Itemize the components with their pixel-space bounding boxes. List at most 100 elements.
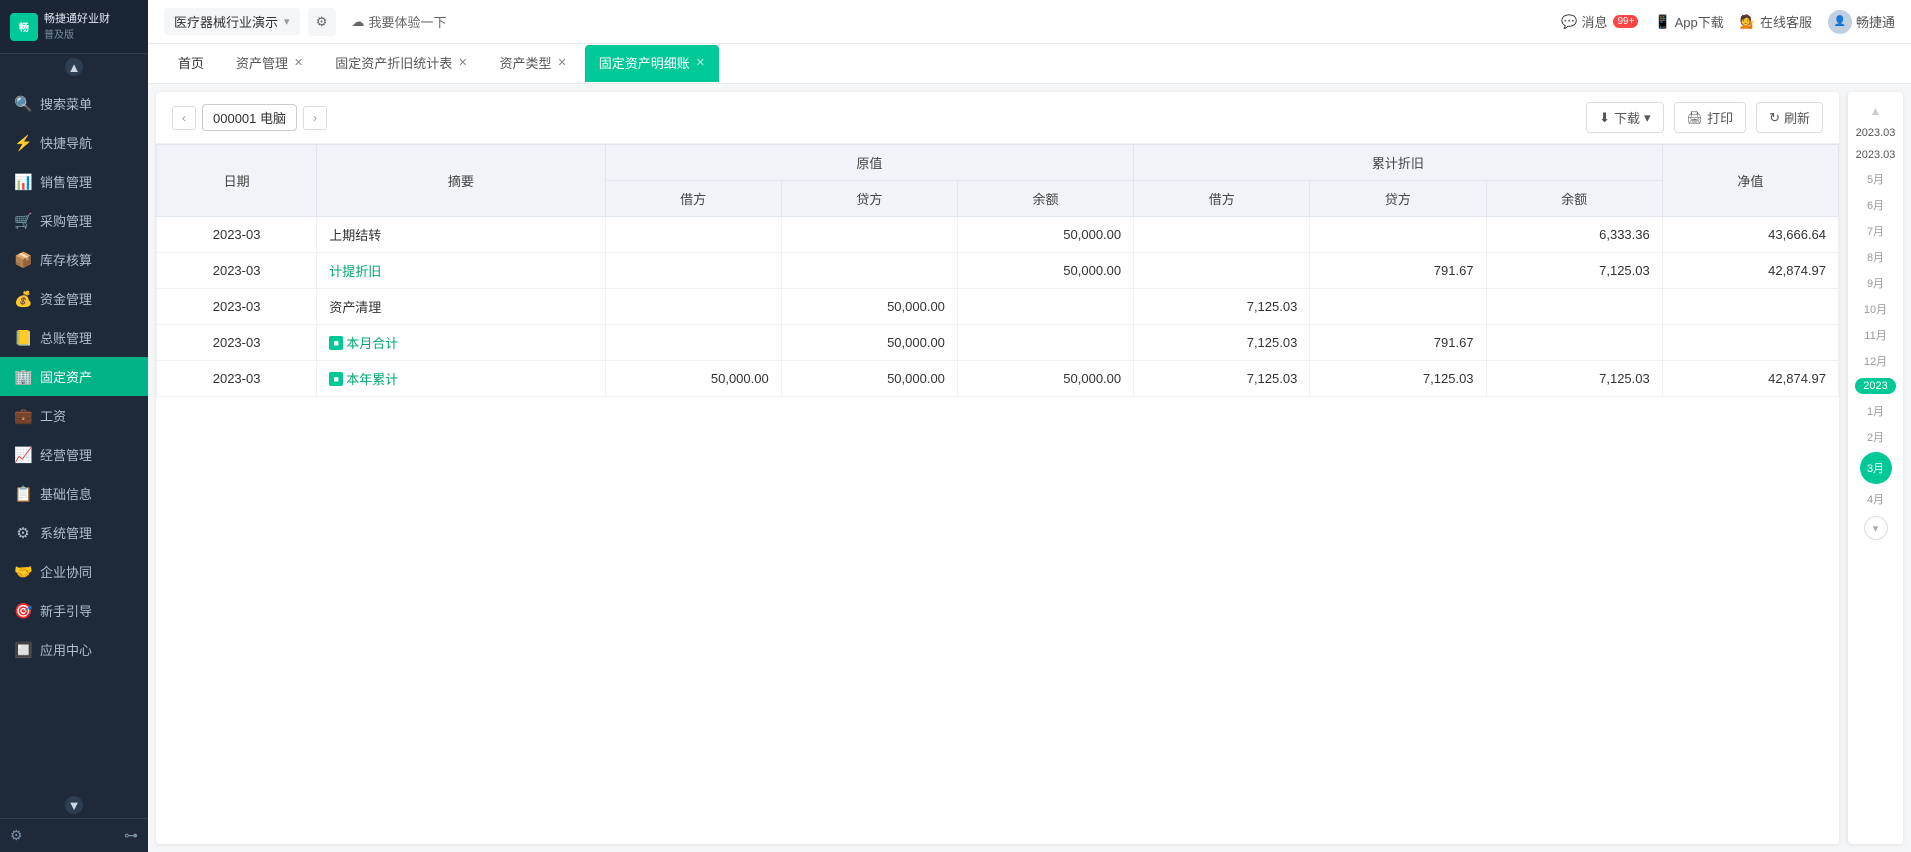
timeline-month-7[interactable]: 7月 [1848, 218, 1903, 244]
timeline-month-5[interactable]: 5月 [1848, 166, 1903, 192]
timeline-month-2[interactable]: 2月 [1848, 424, 1903, 450]
sidebar-item-finance[interactable]: 💰 资金管理 [0, 279, 148, 318]
sidebar-label-guide: 新手引导 [40, 601, 92, 620]
sidebar-item-app-center[interactable]: 🔲 应用中心 [0, 630, 148, 669]
col-header-net-value: 净值 [1662, 145, 1838, 217]
cell-orig-balance: 50,000.00 [957, 217, 1133, 253]
refresh-button[interactable]: ↻ 刷新 [1756, 102, 1823, 133]
sidebar-label-sales: 销售管理 [40, 172, 92, 191]
sidebar-scroll-up[interactable]: ▲ [65, 58, 83, 76]
main-panel: ‹ 000001 电脑 › ⬇ 下载 ▾ 🖨 打印 [156, 92, 1839, 844]
user-avatar-area[interactable]: 👤 畅捷通 [1828, 10, 1895, 34]
print-button[interactable]: 🖨 打印 [1674, 102, 1747, 133]
sidebar-item-fixed-assets[interactable]: 🏢 固定资产 [0, 357, 148, 396]
app-download-label: App下载 [1675, 12, 1724, 31]
online-service-button[interactable]: 💁 在线客服 [1740, 12, 1812, 31]
logo-name: 畅捷通好业财 [44, 12, 110, 26]
app-download-button[interactable]: 📱 App下载 [1654, 12, 1723, 31]
timeline-up-arrow[interactable]: ▲ [1866, 100, 1886, 122]
timeline-expand-btn[interactable]: ▾ [1864, 516, 1888, 540]
timeline-month-11[interactable]: 11月 [1848, 322, 1903, 348]
sidebar-item-sales[interactable]: 📊 销售管理 [0, 162, 148, 201]
col-header-accumulated: 累计折旧 [1134, 145, 1663, 181]
timeline-active-month[interactable]: 3月 [1860, 452, 1892, 484]
search-icon: 🔍 [14, 95, 32, 113]
sidebar-scroll-down[interactable]: ▼ [65, 796, 83, 814]
sidebar-item-purchase[interactable]: 🛒 采购管理 [0, 201, 148, 240]
timeline-top-entry[interactable]: 2023.03 [1848, 144, 1903, 166]
cell-accum-credit: 791.67 [1310, 253, 1486, 289]
tab-depreciation-stats-label: 固定资产折旧统计表 [335, 53, 452, 72]
sidebar-item-ledger[interactable]: 📒 总账管理 [0, 318, 148, 357]
tab-home-label: 首页 [178, 53, 204, 72]
next-asset-button[interactable]: › [303, 106, 327, 130]
cell-accum-debit [1134, 253, 1310, 289]
timeline-month-1[interactable]: 1月 [1848, 398, 1903, 424]
close-depreciation-icon[interactable]: ✕ [458, 56, 467, 69]
top-header: 医疗器械行业演示 ▾ ⚙ ☁ 我要体验一下 💬 消息 99+ 📱 App下载 💁… [148, 0, 1911, 44]
cell-summary-monthly: ■ 本月合计 [317, 325, 605, 361]
timeline-month-4[interactable]: 4月 [1848, 486, 1903, 512]
sidebar-label-search: 搜索菜单 [40, 94, 92, 113]
message-button[interactable]: 💬 消息 99+ [1561, 12, 1638, 31]
timeline-month-12[interactable]: 12月 [1848, 348, 1903, 374]
tab-asset-detail[interactable]: 固定资产明细账 ✕ [585, 45, 719, 82]
prev-asset-button[interactable]: ‹ [172, 106, 196, 130]
sidebar-label-app-center: 应用中心 [40, 640, 92, 659]
col-header-original-value: 原值 [605, 145, 1134, 181]
cell-date: 2023-03 [157, 217, 317, 253]
close-asset-mgmt-icon[interactable]: ✕ [294, 56, 303, 69]
tab-asset-mgmt[interactable]: 资产管理 ✕ [222, 45, 317, 82]
tab-asset-type-label: 资产类型 [499, 53, 551, 72]
sidebar-item-search[interactable]: 🔍 搜索菜单 [0, 84, 148, 123]
cell-orig-credit: 50,000.00 [781, 361, 957, 397]
timeline-top-year[interactable]: 2023.03 [1848, 122, 1903, 144]
download-icon: 📱 [1654, 14, 1670, 30]
download-btn-icon: ⬇ [1599, 110, 1610, 126]
header-right: 💬 消息 99+ 📱 App下载 💁 在线客服 👤 畅捷通 [1561, 10, 1895, 34]
app-center-icon: 🔲 [14, 641, 32, 659]
tab-asset-type[interactable]: 资产类型 ✕ [485, 45, 580, 82]
cell-date: 2023-03 [157, 325, 317, 361]
yearly-label: 本年累计 [346, 369, 398, 388]
download-button[interactable]: ⬇ 下载 ▾ [1586, 102, 1663, 133]
corp-collab-icon: 🤝 [14, 563, 32, 581]
company-selector[interactable]: 医疗器械行业演示 ▾ [164, 8, 300, 35]
timeline-year-badge[interactable]: 2023 [1855, 378, 1895, 394]
close-asset-detail-icon[interactable]: ✕ [696, 56, 705, 69]
timeline-month-6[interactable]: 6月 [1848, 192, 1903, 218]
close-asset-type-icon[interactable]: ✕ [558, 56, 567, 69]
sidebar-label-salary: 工资 [40, 406, 66, 425]
sidebar-item-basic-info[interactable]: 📋 基础信息 [0, 474, 148, 513]
timeline-month-9[interactable]: 9月 [1848, 270, 1903, 296]
sidebar-item-operations[interactable]: 📈 经营管理 [0, 435, 148, 474]
refresh-label: 刷新 [1784, 108, 1810, 127]
experience-button[interactable]: ☁ 我要体验一下 [352, 12, 447, 31]
service-icon: 💁 [1740, 14, 1756, 30]
sidebar-item-system[interactable]: ⚙ 系统管理 [0, 513, 148, 552]
sidebar-item-salary[interactable]: 💼 工资 [0, 396, 148, 435]
sidebar-item-inventory[interactable]: 📦 库存核算 [0, 240, 148, 279]
col-header-accum-balance: 余额 [1486, 181, 1662, 217]
collapse-icon[interactable]: ⊶ [124, 827, 138, 844]
cell-net-value: 42,874.97 [1662, 361, 1838, 397]
sidebar-item-corp-collab[interactable]: 🤝 企业协同 [0, 552, 148, 591]
tab-home[interactable]: 首页 [164, 45, 218, 82]
cell-orig-debit: 50,000.00 [605, 361, 781, 397]
logo-sub: 普及版 [44, 26, 110, 41]
monthly-summary-badge: ■ 本月合计 [329, 333, 398, 352]
main-area: 医疗器械行业演示 ▾ ⚙ ☁ 我要体验一下 💬 消息 99+ 📱 App下载 💁… [148, 0, 1911, 852]
settings-button[interactable]: ⚙ [308, 8, 336, 36]
timeline-month-8[interactable]: 8月 [1848, 244, 1903, 270]
badge-dot: ■ [329, 336, 343, 350]
service-label: 在线客服 [1760, 12, 1812, 31]
sidebar-label-inventory: 库存核算 [40, 250, 92, 269]
sidebar-item-guide[interactable]: 🎯 新手引导 [0, 591, 148, 630]
cell-summary: 计提折旧 [317, 253, 605, 289]
timeline-month-10[interactable]: 10月 [1848, 296, 1903, 322]
settings-bottom-icon[interactable]: ⚙ [10, 827, 23, 844]
cell-orig-credit: 50,000.00 [781, 325, 957, 361]
tab-depreciation-stats[interactable]: 固定资产折旧统计表 ✕ [321, 45, 481, 82]
cell-accum-credit [1310, 217, 1486, 253]
sidebar-item-quick-nav[interactable]: ⚡ 快捷导航 [0, 123, 148, 162]
